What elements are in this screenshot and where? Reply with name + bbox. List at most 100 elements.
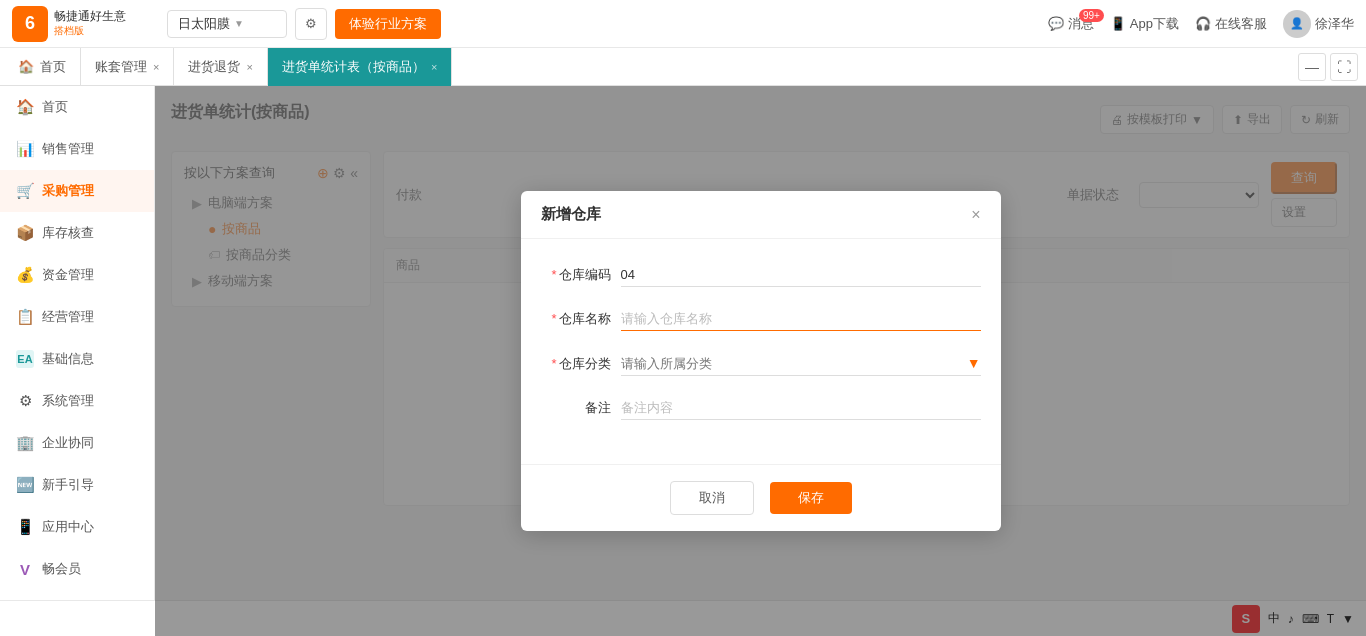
code-label: 仓库编码: [541, 266, 621, 284]
app-download-button[interactable]: 📱 App下载: [1110, 15, 1179, 33]
app-download-label: App下载: [1130, 15, 1179, 33]
message-icon: 💬: [1048, 16, 1064, 31]
user-name: 徐泽华: [1315, 15, 1354, 33]
home-sidebar-icon: 🏠: [16, 98, 34, 116]
home-icon: 🏠: [18, 59, 34, 74]
purchase-icon: 🛒: [16, 182, 34, 200]
sidebar-item-vip[interactable]: V 畅会员: [0, 548, 154, 590]
sidebar-item-sales[interactable]: 📊 销售管理: [0, 128, 154, 170]
modal-body: 仓库编码 仓库名称 仓库分类 ▼: [521, 239, 1001, 464]
basic-info-icon: EA: [16, 350, 34, 368]
online-service-button[interactable]: 🎧 在线客服: [1195, 15, 1267, 33]
category-label: 仓库分类: [541, 355, 621, 373]
name-input[interactable]: [621, 307, 981, 331]
messages-button[interactable]: 💬 消息 99+: [1048, 15, 1094, 33]
tab-accounts-label: 账套管理: [95, 58, 147, 76]
sidebar-inventory-label: 库存核查: [42, 224, 94, 242]
modal-footer: 取消 保存: [521, 464, 1001, 531]
add-warehouse-modal: 新增仓库 × 仓库编码 仓库名称: [521, 191, 1001, 531]
sidebar-guide-label: 新手引导: [42, 476, 94, 494]
modal-header: 新增仓库 ×: [521, 191, 1001, 239]
sidebar-purchase-label: 采购管理: [42, 182, 94, 200]
modal-close-button[interactable]: ×: [971, 206, 980, 224]
store-dropdown-arrow: ▼: [234, 18, 244, 29]
sidebar-item-finance[interactable]: 💰 资金管理: [0, 254, 154, 296]
sidebar-system-label: 系统管理: [42, 392, 94, 410]
tab-purchase-stats-close[interactable]: ×: [431, 61, 437, 73]
apps-icon: 📱: [16, 518, 34, 536]
sidebar-item-enterprise[interactable]: 🏢 企业协同: [0, 422, 154, 464]
cancel-button[interactable]: 取消: [670, 481, 754, 515]
tab-purchase-return[interactable]: 进货退货 ×: [174, 48, 267, 86]
sales-icon: 📊: [16, 140, 34, 158]
headset-icon: 🎧: [1195, 16, 1211, 31]
operations-icon: 📋: [16, 308, 34, 326]
sidebar-sales-label: 销售管理: [42, 140, 94, 158]
category-select-row: ▼: [621, 351, 981, 376]
online-service-label: 在线客服: [1215, 15, 1267, 33]
sidebar-finance-label: 资金管理: [42, 266, 94, 284]
sidebar-item-home[interactable]: 🏠 首页: [0, 86, 154, 128]
sidebar-item-inventory[interactable]: 📦 库存核查: [0, 212, 154, 254]
avatar: 👤: [1283, 10, 1311, 38]
guide-icon: 🆕: [16, 476, 34, 494]
tab-accounts[interactable]: 账套管理 ×: [81, 48, 174, 86]
tab-purchase-return-close[interactable]: ×: [246, 61, 252, 73]
header-right: 💬 消息 99+ 📱 App下载 🎧 在线客服 👤 徐泽华: [1048, 10, 1354, 38]
tab-bar: 🏠 首页 账套管理 × 进货退货 × 进货单统计表（按商品） × — ⛶: [0, 48, 1366, 86]
modal-overlay: 新增仓库 × 仓库编码 仓库名称: [155, 86, 1366, 636]
sidebar-home-label: 首页: [42, 98, 68, 116]
tab-home[interactable]: 🏠 首页: [4, 48, 81, 86]
sidebar: 🏠 首页 📊 销售管理 🛒 采购管理 📦 库存核查 💰 资金管理 📋 经营管理 …: [0, 86, 155, 636]
experience-button[interactable]: 体验行业方案: [335, 9, 441, 39]
settings-icon-button[interactable]: ⚙: [295, 8, 327, 40]
messages-badge: 99+: [1079, 9, 1104, 22]
sidebar-item-apps[interactable]: 📱 应用中心: [0, 506, 154, 548]
sidebar-item-purchase[interactable]: 🛒 采购管理: [0, 170, 154, 212]
notes-input[interactable]: [621, 396, 981, 420]
sidebar-item-operations[interactable]: 📋 经营管理: [0, 296, 154, 338]
finance-icon: 💰: [16, 266, 34, 284]
sidebar-item-guide[interactable]: 🆕 新手引导: [0, 464, 154, 506]
sidebar-apps-label: 应用中心: [42, 518, 94, 536]
content-area: 进货单统计(按商品) 🖨 按模板打印 ▼ ⬆ 导出 ↻ 刷新: [155, 86, 1366, 636]
name-label: 仓库名称: [541, 310, 621, 328]
tab-purchase-return-label: 进货退货: [188, 58, 240, 76]
sidebar-basic-info-label: 基础信息: [42, 350, 94, 368]
tab-maximize-button[interactable]: ⛶: [1330, 53, 1358, 81]
tab-home-label: 首页: [40, 58, 66, 76]
form-row-name: 仓库名称: [541, 307, 981, 331]
tab-accounts-close[interactable]: ×: [153, 61, 159, 73]
main-layout: 🏠 首页 📊 销售管理 🛒 采购管理 📦 库存核查 💰 资金管理 📋 经营管理 …: [0, 86, 1366, 636]
sidebar-vip-label: 畅会员: [42, 560, 81, 578]
tab-purchase-stats-label: 进货单统计表（按商品）: [282, 58, 425, 76]
save-button[interactable]: 保存: [770, 482, 852, 514]
code-input[interactable]: [621, 263, 981, 287]
form-row-notes: 备注: [541, 396, 981, 420]
system-icon: ⚙: [16, 392, 34, 410]
gear-icon: ⚙: [305, 16, 317, 31]
inventory-icon: 📦: [16, 224, 34, 242]
vip-icon: V: [16, 560, 34, 578]
sidebar-item-basic-info[interactable]: EA 基础信息: [0, 338, 154, 380]
logo-area: 6 畅捷通好生意 搭档版: [12, 6, 167, 42]
form-row-category: 仓库分类 ▼: [541, 351, 981, 376]
sidebar-operations-label: 经营管理: [42, 308, 94, 326]
app-logo-icon: 6: [12, 6, 48, 42]
form-row-code: 仓库编码: [541, 263, 981, 287]
notes-label: 备注: [541, 399, 621, 417]
tab-minimize-button[interactable]: —: [1298, 53, 1326, 81]
store-selector[interactable]: 日太阳膜 ▼: [167, 10, 287, 38]
user-button[interactable]: 👤 徐泽华: [1283, 10, 1354, 38]
sidebar-enterprise-label: 企业协同: [42, 434, 94, 452]
store-name: 日太阳膜: [178, 15, 230, 33]
tab-purchase-stats[interactable]: 进货单统计表（按商品） ×: [268, 48, 452, 86]
sidebar-item-system[interactable]: ⚙ 系统管理: [0, 380, 154, 422]
logo-sub: 搭档版: [54, 24, 126, 38]
phone-icon: 📱: [1110, 16, 1126, 31]
top-header: 6 畅捷通好生意 搭档版 日太阳膜 ▼ ⚙ 体验行业方案 💬 消息 99+ 📱 …: [0, 0, 1366, 48]
category-input[interactable]: [621, 356, 967, 371]
tab-bar-actions: — ⛶: [1298, 53, 1366, 81]
category-dropdown-arrow[interactable]: ▼: [967, 355, 981, 371]
modal-title: 新增仓库: [541, 205, 601, 224]
